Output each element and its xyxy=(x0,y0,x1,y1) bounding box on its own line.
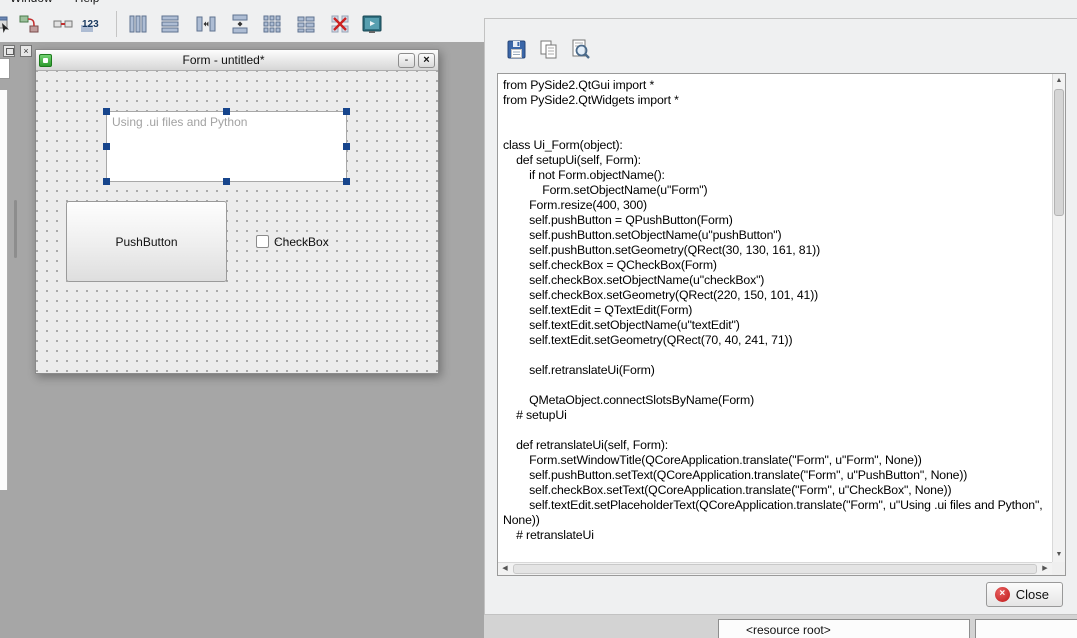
dock-title-buttons: × xyxy=(3,45,32,57)
form-window-title: Form - untitled* xyxy=(52,53,395,67)
form-canvas[interactable]: Using .ui files and Python PushButton Ch… xyxy=(36,71,438,373)
form-editor-window: Form - untitled* - × Using .ui files and… xyxy=(35,49,439,374)
layout-splitter-horizontal-icon[interactable] xyxy=(195,13,217,35)
resource-root-item[interactable]: <resource root> xyxy=(746,623,831,637)
preview-form-icon[interactable] xyxy=(361,13,383,35)
clipped-left-widget xyxy=(0,58,10,79)
layout-vertical-icon[interactable] xyxy=(159,13,181,35)
qt-designer-screen: Window Help 123 xyxy=(0,0,1077,638)
vertical-scrollbar[interactable]: ▲ ▼ xyxy=(1052,74,1065,562)
pushbutton-widget[interactable]: PushButton xyxy=(66,201,227,282)
layout-splitter-vertical-icon[interactable] xyxy=(229,13,251,35)
checkbox-indicator[interactable] xyxy=(256,235,269,248)
find-icon[interactable] xyxy=(569,38,592,61)
selection-handle[interactable] xyxy=(343,178,350,185)
scroll-right-icon[interactable]: ▶ xyxy=(1038,563,1052,575)
save-icon[interactable] xyxy=(505,38,528,61)
close-x-icon: × xyxy=(995,587,1010,602)
edit-signals-slots-icon[interactable] xyxy=(18,13,40,35)
clipped-left-panel xyxy=(0,90,8,490)
selection-handle[interactable] xyxy=(103,108,110,115)
dock-close-icon[interactable]: × xyxy=(20,45,32,57)
menu-bar: Window Help xyxy=(0,0,1077,6)
form-window-icon xyxy=(39,54,52,67)
resource-detail-panel xyxy=(975,619,1077,638)
main-toolbar: 123 xyxy=(0,6,484,42)
textedit-widget[interactable]: Using .ui files and Python xyxy=(106,111,347,182)
vertical-scrollbar-thumb[interactable] xyxy=(1054,89,1064,216)
resource-tree[interactable]: <resource root> xyxy=(718,619,970,638)
selection-handle[interactable] xyxy=(103,178,110,185)
scroll-down-icon[interactable]: ▼ xyxy=(1053,548,1065,562)
toolbar-separator xyxy=(116,11,117,37)
layout-form-icon[interactable] xyxy=(295,13,317,35)
textedit-placeholder: Using .ui files and Python xyxy=(112,115,247,129)
copy-icon[interactable] xyxy=(537,38,560,61)
layout-grid-icon[interactable] xyxy=(261,13,283,35)
dock-float-icon[interactable] xyxy=(3,45,15,57)
horizontal-scrollbar-thumb[interactable] xyxy=(513,564,1037,574)
menu-window[interactable]: Window xyxy=(10,0,53,5)
dialog-toolbar xyxy=(505,38,592,61)
form-minimize-button[interactable]: - xyxy=(398,53,415,68)
checkbox-widget[interactable]: CheckBox xyxy=(256,221,357,262)
edit-widgets-icon[interactable] xyxy=(0,13,12,35)
edit-tab-order-icon[interactable]: 123 xyxy=(80,13,102,35)
break-layout-icon[interactable] xyxy=(329,13,351,35)
edit-buddies-icon[interactable] xyxy=(52,13,74,35)
scroll-up-icon[interactable]: ▲ xyxy=(1053,74,1065,88)
selection-handle[interactable] xyxy=(223,178,230,185)
form-close-button[interactable]: × xyxy=(418,53,435,68)
close-button[interactable]: × Close xyxy=(986,582,1063,607)
selection-handle[interactable] xyxy=(343,108,350,115)
mdi-area: × Form - untitled* - × Using .ui files a… xyxy=(0,42,484,638)
checkbox-label: CheckBox xyxy=(274,235,329,249)
form-window-titlebar[interactable]: Form - untitled* - × xyxy=(36,50,438,71)
menu-help[interactable]: Help xyxy=(75,0,100,5)
selection-handle[interactable] xyxy=(343,143,350,150)
selection-handle[interactable] xyxy=(223,108,230,115)
code-view[interactable]: from PySide2.QtGui import * from PySide2… xyxy=(497,73,1066,576)
scroll-left-icon[interactable]: ◀ xyxy=(498,563,512,575)
bottom-panel-strip: <resource root> xyxy=(484,615,1077,638)
code-preview-dialog: from PySide2.QtGui import * from PySide2… xyxy=(484,18,1077,615)
close-button-label: Close xyxy=(1016,587,1049,602)
layout-horizontal-icon[interactable] xyxy=(127,13,149,35)
horizontal-scrollbar[interactable]: ◀ ▶ xyxy=(498,562,1052,575)
left-scrollbar-thumb[interactable] xyxy=(14,200,17,258)
svg-text:123: 123 xyxy=(82,19,99,30)
scrollbar-corner xyxy=(1052,562,1065,575)
selection-handle[interactable] xyxy=(103,143,110,150)
generated-code: from PySide2.QtGui import * from PySide2… xyxy=(498,74,1052,562)
